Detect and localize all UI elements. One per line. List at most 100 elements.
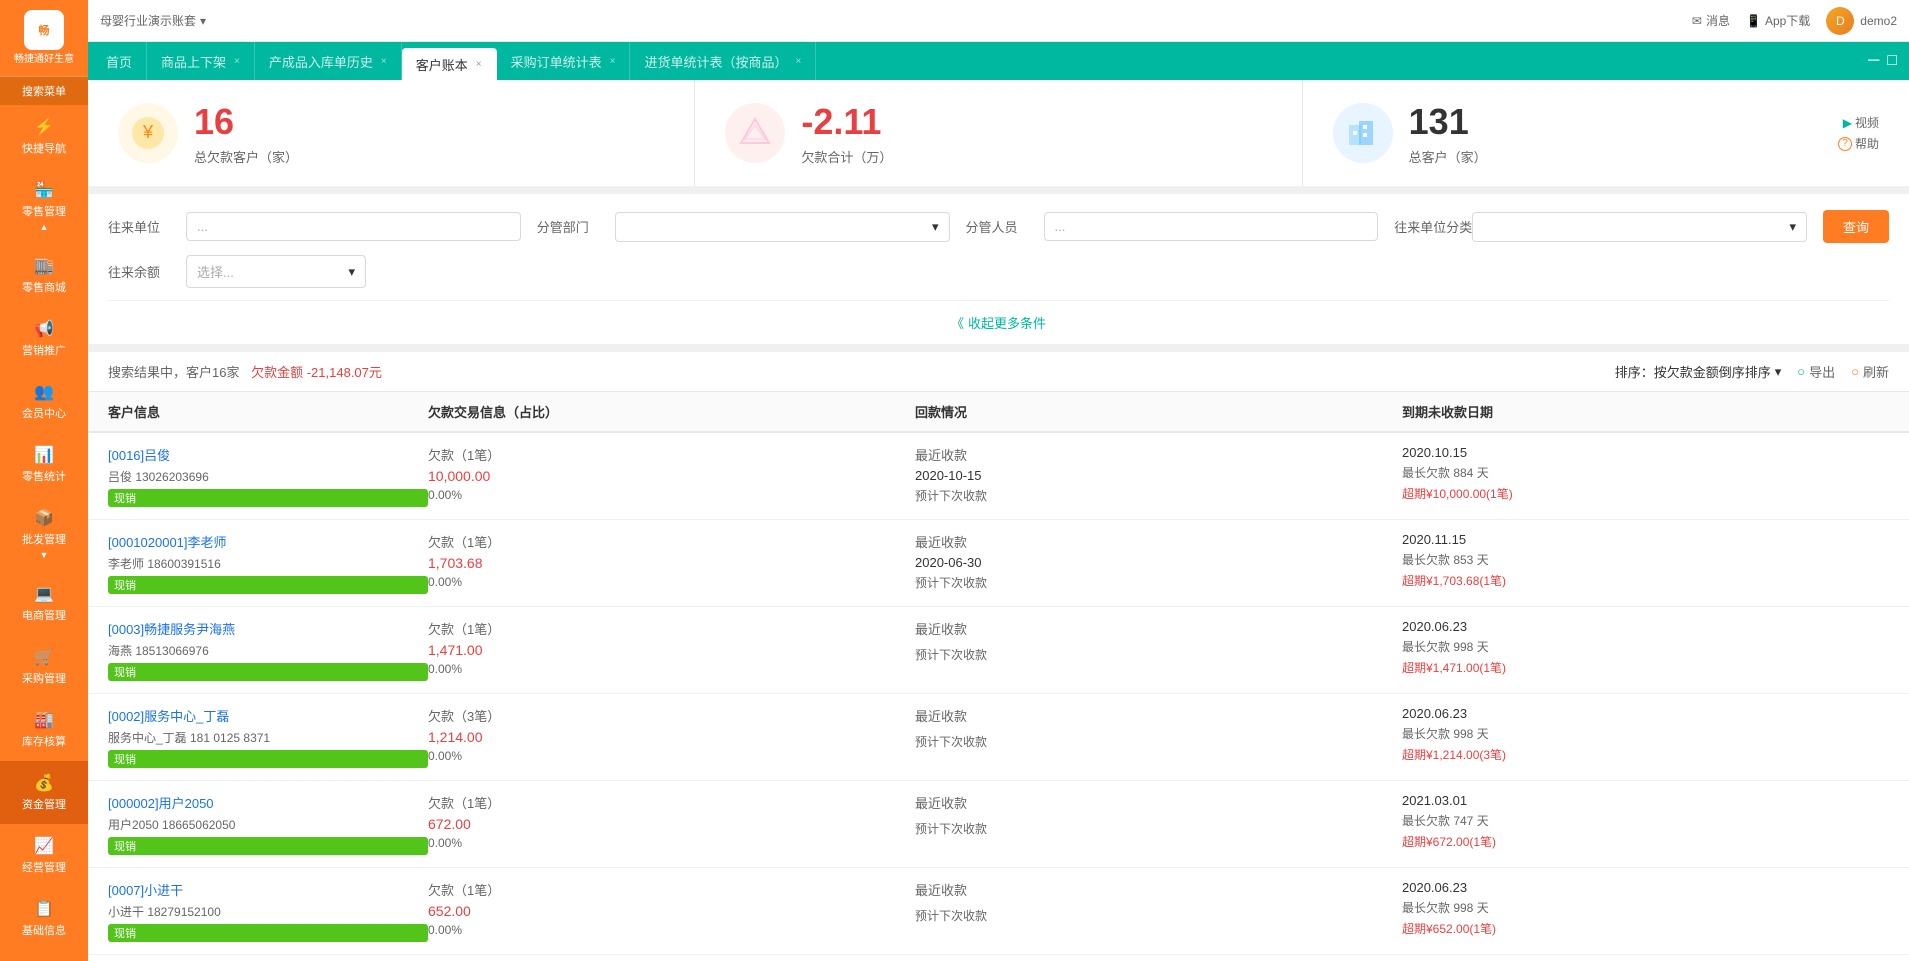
sidebar-item-system[interactable]: ⚙️ 系统管理 — [0, 950, 88, 961]
sidebar-item-retail-stats[interactable]: 📊 零售统计 — [0, 433, 88, 496]
inventory-icon: 🏭 — [34, 710, 54, 730]
sidebar-item-batch-mgmt[interactable]: 📦 批发管理 ▼ — [0, 496, 88, 572]
customer-name-link-5[interactable]: [000002]用户2050 — [108, 793, 428, 812]
overdue-link-3[interactable]: 超期¥1,471.00(1笔) — [1402, 659, 1889, 676]
due-date-2: 2020.11.15 — [1402, 532, 1889, 547]
due-date-6: 2020.06.23 — [1402, 880, 1889, 895]
sidebar-item-purchase[interactable]: 🛒 采购管理 — [0, 635, 88, 698]
tabbar-actions: ─ □ — [1868, 52, 1905, 70]
customer-name-link-6[interactable]: [0007]小进干 — [108, 880, 428, 899]
col-repay-info: 回款情况 — [915, 402, 1402, 421]
export-btn[interactable]: ○ 导出 — [1797, 362, 1835, 381]
debt-info-2: 欠款（1笔） 1,703.68 0.00% — [428, 532, 915, 589]
table-row: [0006]去下粮仓 陈小弟 现销 欠款（1笔） 455.90 0.00% 最近… — [88, 955, 1909, 961]
source-unit-dots: ... — [197, 219, 208, 234]
debt-percent-3: 0.00% — [428, 662, 915, 676]
unit-category-select[interactable]: ▾ — [1472, 212, 1807, 242]
user-menu[interactable]: D demo2 — [1826, 7, 1897, 35]
avatar: D — [1826, 7, 1854, 35]
col-customer-info: 客户信息 — [108, 402, 428, 421]
arrow-down-icon: ▼ — [40, 550, 49, 560]
tab-product-history[interactable]: 产成品入库单历史 × — [255, 42, 402, 80]
tab-purchase-stats-label: 进货单统计表（按商品） — [644, 52, 787, 71]
tab-goods-listing-close[interactable]: × — [234, 56, 240, 67]
sidebar-item-quick-nav[interactable]: ⚡ 快捷导航 — [0, 105, 88, 168]
repay-next-6: 预计下次收款 — [915, 907, 1402, 924]
maximize-btn[interactable]: □ — [1887, 52, 1897, 70]
overdue-link-4[interactable]: 超期¥1,214.00(3笔) — [1402, 746, 1889, 763]
customer-name-link-2[interactable]: [0001020001]李老师 — [108, 532, 428, 551]
customer-name-link-4[interactable]: [0002]服务中心_丁磊 — [108, 706, 428, 725]
due-days-2: 最长欠款 853 天 — [1402, 551, 1889, 568]
stat-total-customers: 131 总客户（家） ▶ 视频 ? 帮助 — [1303, 80, 1909, 186]
tab-purchase-order-close[interactable]: × — [610, 56, 616, 67]
video-btn[interactable]: ▶ 视频 — [1843, 114, 1879, 131]
overdue-link-5[interactable]: 超期¥672.00(1笔) — [1402, 833, 1889, 850]
tab-purchase-stats-close[interactable]: × — [795, 56, 801, 67]
sidebar-item-finance[interactable]: 💰 资金管理 — [0, 761, 88, 824]
overdue-link-6[interactable]: 超期¥652.00(1笔) — [1402, 920, 1889, 937]
repay-next-4: 预计下次收款 — [915, 733, 1402, 750]
sidebar-item-member-center[interactable]: 👥 会员中心 — [0, 370, 88, 433]
dept-select[interactable]: ▾ — [615, 212, 950, 242]
sort-label: 排序：按欠款金额倒序排序 — [1615, 362, 1771, 381]
member-icon: 👥 — [34, 382, 54, 402]
app-name: 畅捷通好生意 — [5, 54, 83, 66]
overdue-link-2[interactable]: 超期¥1,703.68(1笔) — [1402, 572, 1889, 589]
company-name: 母婴行业演示账套 — [100, 12, 196, 29]
sort-select[interactable]: 排序：按欠款金额倒序排序 ▾ — [1615, 362, 1782, 381]
tab-customer-account[interactable]: 客户账本 × — [402, 48, 497, 80]
sidebar-item-inventory[interactable]: 🏭 库存核算 — [0, 698, 88, 761]
source-unit-input[interactable]: ... — [186, 212, 521, 241]
tab-home-label: 首页 — [106, 52, 132, 71]
tab-home[interactable]: 首页 — [92, 42, 147, 80]
tab-purchase-order[interactable]: 采购订单统计表 × — [497, 42, 631, 80]
message-btn[interactable]: ✉ 消息 — [1692, 12, 1730, 29]
refresh-btn[interactable]: ○ 刷新 — [1851, 362, 1889, 381]
repay-next-5: 预计下次收款 — [915, 820, 1402, 837]
minimize-btn[interactable]: ─ — [1868, 52, 1879, 70]
due-date-3: 2020.06.23 — [1402, 619, 1889, 634]
table-row: [0003]畅捷服务尹海燕 海燕 18513066976 现销 欠款（1笔） 1… — [88, 607, 1909, 694]
customer-contact-5: 用户2050 18665062050 — [108, 816, 428, 833]
sidebar-item-basic-info[interactable]: 📋 基础信息 — [0, 887, 88, 950]
search-button[interactable]: 查询 — [1823, 210, 1889, 243]
tab-customer-account-close[interactable]: × — [476, 59, 482, 70]
basic-info-icon: 📋 — [34, 899, 54, 919]
tab-purchase-stats[interactable]: 进货单统计表（按商品） × — [630, 42, 816, 80]
customer-name-link-3[interactable]: [0003]畅捷服务尹海燕 — [108, 619, 428, 638]
customer-tag-5: 现销 — [108, 837, 428, 855]
tab-goods-listing[interactable]: 商品上下架 × — [147, 42, 255, 80]
debt-amount-3: 1,471.00 — [428, 642, 915, 658]
debt-amount-icon — [725, 103, 785, 163]
marketing-icon: 📢 — [34, 319, 54, 339]
app-download-btn[interactable]: 📱 App下载 — [1746, 12, 1810, 29]
help-icon: ? — [1838, 137, 1852, 151]
tab-purchase-order-label: 采购订单统计表 — [511, 52, 602, 71]
stat-debt-amount: -2.11 欠款合计（万） — [695, 80, 1302, 186]
customer-name-link-1[interactable]: [0016]吕俊 — [108, 445, 428, 464]
due-info-4: 2020.06.23 最长欠款 998 天 超期¥1,214.00(3笔) — [1402, 706, 1889, 763]
balance-select[interactable]: 选择... ▾ — [186, 255, 366, 288]
avatar-img: D — [1826, 7, 1854, 35]
message-icon: ✉ — [1692, 14, 1702, 28]
overdue-link-1[interactable]: 超期¥10,000.00(1笔) — [1402, 485, 1889, 502]
tab-product-history-close[interactable]: × — [381, 56, 387, 67]
company-selector[interactable]: 母婴行业演示账套 ▾ — [100, 12, 206, 29]
due-date-1: 2020.10.15 — [1402, 445, 1889, 460]
collapse-btn[interactable]: 《 收起更多条件 — [108, 313, 1889, 332]
table-header: 客户信息 欠款交易信息（占比） 回款情况 到期未收款日期 — [88, 392, 1909, 433]
debt-amount-label: 欠款合计（万） — [801, 147, 892, 166]
sidebar-item-retail-mgmt[interactable]: 🏪 零售管理 ▲ — [0, 168, 88, 244]
sidebar-item-operations[interactable]: 📈 经营管理 — [0, 824, 88, 887]
tab-product-history-label: 产成品入库单历史 — [269, 52, 373, 71]
help-btn[interactable]: ? 帮助 — [1838, 135, 1879, 152]
repay-info-6: 最近收款 预计下次收款 — [915, 880, 1402, 924]
sidebar-item-marketing[interactable]: 📢 营销推广 — [0, 307, 88, 370]
avatar-initials: D — [1836, 14, 1845, 28]
retail-mgmt-icon: 🏪 — [34, 180, 54, 200]
sidebar-item-ecommerce[interactable]: 💻 电商管理 — [0, 572, 88, 635]
sidebar-search[interactable]: 搜索菜单 — [0, 77, 88, 105]
manager-input[interactable]: ... — [1044, 212, 1379, 241]
sidebar-item-retail-shop[interactable]: 🏬 零售商城 — [0, 244, 88, 307]
